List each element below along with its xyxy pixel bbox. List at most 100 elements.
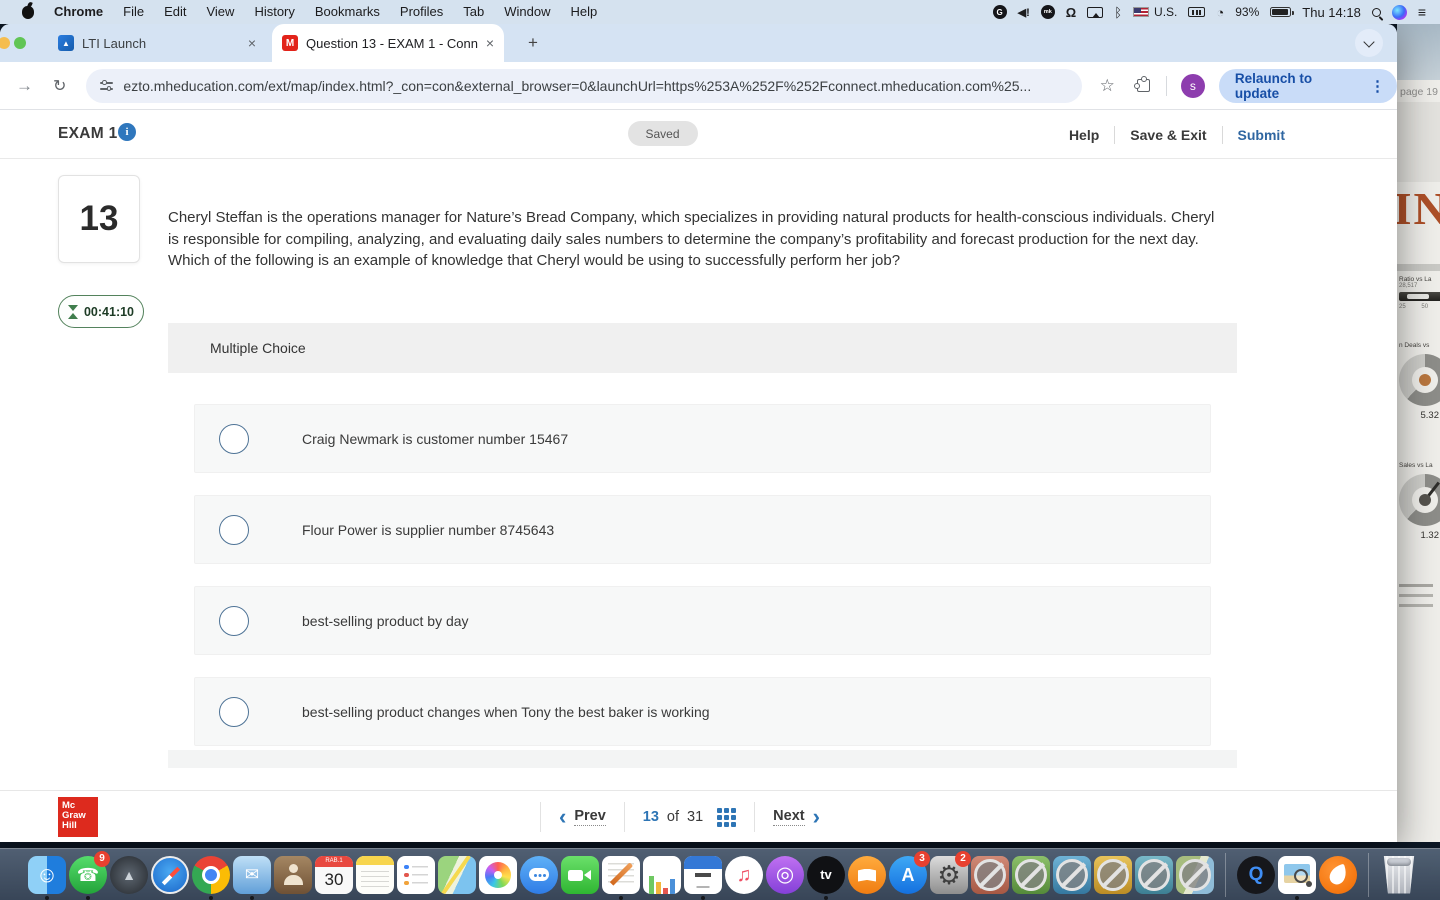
prev-button[interactable]: Prev (574, 808, 606, 826)
dock-notes[interactable] (356, 853, 394, 897)
radio-button[interactable] (219, 514, 249, 545)
dock-mail[interactable]: ✉ (233, 853, 271, 900)
dock-facetime[interactable] (561, 853, 599, 897)
dock-music[interactable]: ♫ (725, 853, 763, 897)
dock-blocked-app-6[interactable] (1176, 853, 1214, 897)
menu-edit[interactable]: Edit (154, 0, 196, 24)
menubar-clock[interactable]: Thu 14:18 (1302, 5, 1361, 20)
dock-whatsapp[interactable]: ☎ 9 (69, 850, 110, 900)
radio-button[interactable] (219, 423, 249, 454)
dock-preview[interactable] (1278, 853, 1316, 900)
prev-chevron-icon[interactable]: ‹ (559, 806, 566, 828)
dock-blocked-app-5[interactable] (1135, 853, 1173, 897)
next-chevron-icon[interactable]: › (813, 806, 820, 828)
minimize-button[interactable] (0, 37, 10, 49)
menu-view[interactable]: View (196, 0, 244, 24)
next-button[interactable]: Next (773, 808, 805, 826)
dock-quicktime[interactable]: Q (1237, 853, 1275, 897)
volume-alert-icon[interactable]: ◀! (1018, 6, 1030, 19)
battery-icon[interactable] (1270, 7, 1294, 17)
tab-question-13[interactable]: M Question 13 - EXAM 1 - Conn × (272, 24, 504, 62)
menu-window[interactable]: Window (494, 0, 560, 24)
dock-photos[interactable] (479, 853, 517, 897)
menu-file[interactable]: File (113, 0, 154, 24)
grammarly-icon[interactable]: G (992, 5, 1007, 19)
dock-blocked-app-1[interactable] (971, 853, 1009, 897)
background-window[interactable]: page 19 SIN Ratio vs La 28,517 25 50 n D… (1397, 24, 1440, 842)
menu-tab[interactable]: Tab (453, 0, 494, 24)
extensions-icon[interactable] (1133, 76, 1150, 92)
forward-icon[interactable]: → (16, 76, 33, 96)
keyboard-battery-icon[interactable] (1188, 7, 1206, 17)
dock-blocked-app-2[interactable] (1012, 853, 1050, 897)
relaunch-to-update-button[interactable]: Relaunch to update ⋮ (1218, 68, 1397, 103)
tab-lti-launch[interactable]: ▲ LTI Launch × (48, 24, 266, 62)
zoom-button[interactable] (14, 37, 26, 49)
mheducation-favicon-icon: M (282, 35, 298, 51)
dock-blocked-app-3[interactable] (1053, 853, 1091, 897)
option-row-1[interactable]: Craig Newmark is customer number 15467 (194, 404, 1211, 473)
bookmark-star-icon[interactable]: ☆ (1100, 76, 1115, 96)
close-tab-icon[interactable]: × (248, 35, 256, 51)
blocked-app-1-icon (971, 855, 1009, 894)
option-label: Flour Power is supplier number 8745643 (302, 521, 555, 538)
help-button[interactable]: Help (1069, 127, 1099, 143)
address-bar[interactable]: ezto.mheducation.com/ext/map/index.html?… (86, 68, 1082, 103)
bluetooth-icon[interactable]: ᛒ (1114, 5, 1122, 20)
option-row-3[interactable]: best-selling product by day (194, 586, 1211, 655)
dock-contacts[interactable] (274, 853, 312, 897)
url-text[interactable]: ezto.mheducation.com/ext/map/index.html?… (123, 78, 1031, 94)
dock-books[interactable] (848, 853, 886, 897)
headphones-icon[interactable]: Ω (1066, 5, 1076, 20)
dock-blocked-app-4[interactable] (1094, 853, 1132, 897)
dock-trash[interactable] (1380, 853, 1418, 897)
control-center-icon[interactable]: ≡ (1418, 4, 1426, 20)
menu-bookmarks[interactable]: Bookmarks (305, 0, 390, 24)
dock-keynote[interactable] (684, 853, 722, 900)
mk-app-icon[interactable]: mk (1040, 5, 1055, 19)
dock-pages[interactable] (602, 853, 640, 900)
dock-reminders[interactable] (397, 853, 435, 897)
dock-app-store[interactable]: A3 (889, 850, 930, 897)
dock-finder[interactable]: ☺ (28, 853, 66, 900)
screen-mirroring-icon[interactable] (1087, 6, 1104, 18)
mail-icon: ✉ (233, 855, 271, 894)
question-map-grid-icon[interactable] (717, 807, 737, 827)
dock-numbers[interactable] (643, 853, 681, 897)
close-tab-icon[interactable]: × (486, 35, 494, 51)
radio-button[interactable] (219, 696, 249, 727)
dock-messages[interactable] (520, 853, 558, 897)
camo-icon[interactable]: ◔ (1216, 5, 1224, 20)
save-exit-button[interactable]: Save & Exit (1130, 127, 1206, 143)
dock-maps[interactable] (438, 853, 476, 897)
site-settings-icon[interactable] (100, 80, 114, 91)
menu-history[interactable]: History (244, 0, 304, 24)
dock-safari[interactable] (151, 853, 189, 897)
dock-system-settings[interactable]: ⚙ 2 (930, 850, 971, 897)
radio-button[interactable] (219, 605, 249, 636)
dock-chrome[interactable] (192, 853, 230, 900)
dock-avast[interactable] (1319, 853, 1357, 897)
submit-button[interactable]: Submit (1238, 127, 1285, 143)
dock-podcasts[interactable]: ◎ (766, 853, 804, 897)
prohibited-overlay-icon (1138, 858, 1170, 891)
option-row-4[interactable]: best-selling product changes when Tony t… (194, 677, 1211, 746)
reload-icon[interactable]: ↻ (53, 76, 66, 96)
input-source-icon[interactable]: U.S. (1133, 5, 1177, 19)
profile-avatar[interactable]: s (1180, 73, 1205, 98)
menu-help[interactable]: Help (561, 0, 608, 24)
dock-calendar[interactable]: RAB.1 30 (315, 853, 353, 897)
menu-profiles[interactable]: Profiles (390, 0, 453, 24)
browser-menu-dots-icon[interactable]: ⋮ (1370, 77, 1385, 95)
tab-search-chevron-icon[interactable] (1355, 29, 1383, 57)
spotlight-icon[interactable] (1371, 7, 1381, 17)
info-icon[interactable]: i (118, 123, 136, 141)
dock-apple-tv[interactable]: tv (807, 853, 845, 900)
siri-icon[interactable] (1391, 4, 1407, 20)
apple-menu-icon[interactable] (22, 5, 34, 19)
divider (754, 802, 756, 832)
new-tab-button[interactable]: + (522, 33, 544, 53)
option-row-2[interactable]: Flour Power is supplier number 8745643 (194, 495, 1211, 564)
dock-launchpad[interactable]: ▲ (110, 853, 148, 897)
menu-chrome[interactable]: Chrome (44, 0, 113, 24)
